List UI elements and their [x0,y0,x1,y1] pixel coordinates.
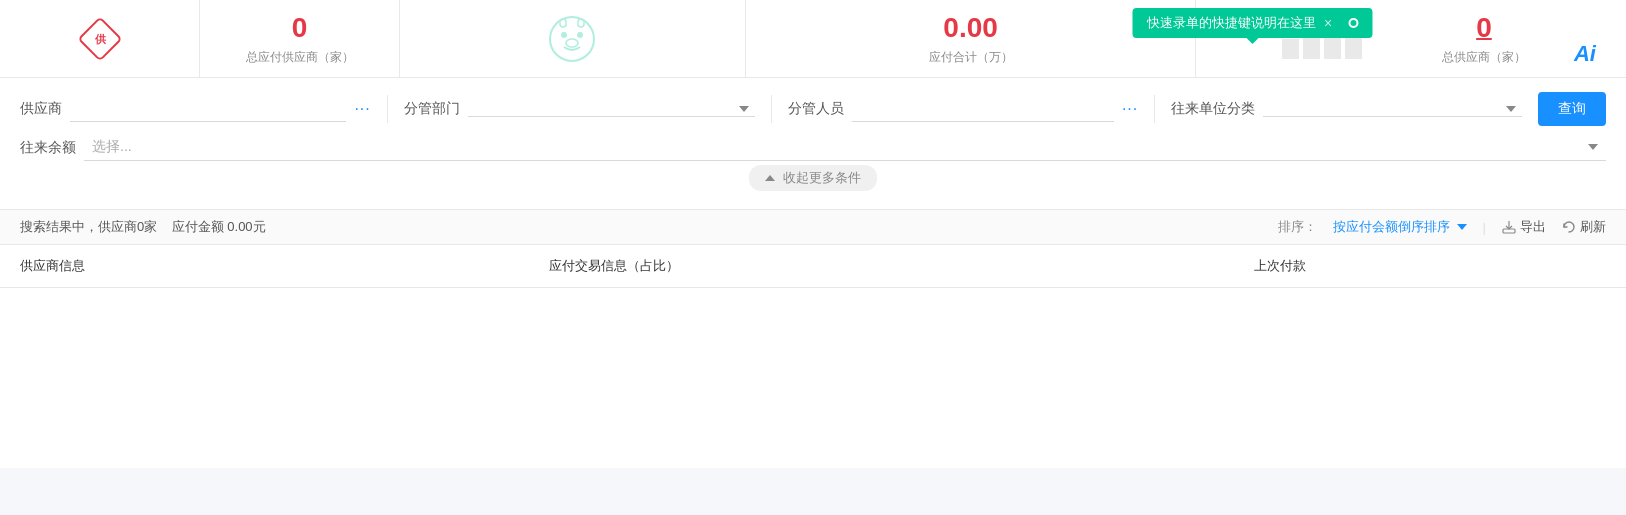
middle-section [400,0,746,77]
balance-filter-label: 往来余额 [20,139,76,157]
stat-total-suppliers-label: 总供应商（家） [1442,49,1526,66]
export-icon [1502,220,1516,234]
result-actions: 排序： 按应付会额倒序排序 | 导出 刷新 [1278,218,1606,236]
table-col-last-pay: 上次付款 [1254,257,1606,275]
svg-text:供: 供 [93,33,106,45]
sort-value-text: 按应付会额倒序排序 [1333,218,1450,236]
table-col-transaction: 应付交易信息（占比） [549,257,1254,275]
filter-row-1: 供应商 ··· 分管部门 分管人员 ··· 往来单位分类 [20,92,1606,126]
right-stats: 快速录单的快捷键说明在这里 × 0 总供应商（家） Ai [1196,0,1626,77]
collapse-row: 收起更多条件 [20,161,1606,199]
logo-icon: 供 [70,9,130,69]
person-filter-group: 分管人员 ··· [788,97,1139,122]
result-info: 搜索结果中，供应商0家 应付金额 0.00元 [20,218,266,236]
stat-payable-total: 0.00 应付合计（万） [746,0,1197,77]
stat-total-suppliers: 0 总供应商（家） [1402,1,1566,76]
logo-area: 供 [0,0,200,77]
unit-class-filter-group: 往来单位分类 [1171,100,1522,118]
collapse-button[interactable]: 收起更多条件 [749,165,877,191]
tooltip-close-btn[interactable]: × [1324,15,1332,31]
stat-payable-total-value: 0.00 [943,11,998,45]
unit-class-chevron-icon [1506,106,1516,112]
svg-point-5 [566,39,578,47]
result-text: 搜索结果中，供应商0家 [20,219,157,234]
collapse-chevron-icon [765,175,775,181]
unit-class-filter-label: 往来单位分类 [1171,100,1255,118]
stat-total-payable-suppliers: 0 总应付供应商（家） [200,0,400,77]
divider-3 [1154,95,1155,123]
supplier-filter-group: 供应商 ··· [20,97,371,122]
export-label: 导出 [1520,218,1546,236]
divider-2 [771,95,772,123]
divider-1 [387,95,388,123]
dept-chevron-icon [739,106,749,112]
table-body [0,288,1626,468]
person-filter-label: 分管人员 [788,100,844,118]
collapse-label: 收起更多条件 [783,169,861,187]
pig-icon [542,9,602,69]
sort-label: 排序： [1278,218,1317,236]
ai-label: Ai [1574,41,1596,67]
divider-result-1: | [1483,220,1486,235]
dept-filter-label: 分管部门 [404,100,460,118]
export-button[interactable]: 导出 [1502,218,1546,236]
supplier-filter-label: 供应商 [20,100,62,118]
refresh-button[interactable]: 刷新 [1562,218,1606,236]
filter-section: 供应商 ··· 分管部门 分管人员 ··· 往来单位分类 [0,78,1626,210]
balance-placeholder: 选择... [92,138,132,156]
stat-total-suppliers-value: 0 [1476,11,1492,45]
result-bar: 搜索结果中，供应商0家 应付金额 0.00元 排序： 按应付会额倒序排序 | 导… [0,210,1626,245]
person-dots[interactable]: ··· [1122,100,1138,118]
refresh-icon [1562,220,1576,234]
sort-value[interactable]: 按应付会额倒序排序 [1333,218,1467,236]
stat-payable-total-label: 应付合计（万） [929,49,1013,66]
result-amount: 应付金额 0.00元 [172,219,266,234]
person-input[interactable] [852,97,1114,122]
svg-point-4 [577,32,583,38]
refresh-label: 刷新 [1580,218,1606,236]
supplier-input[interactable] [70,97,346,122]
tooltip-box: 快速录单的快捷键说明在这里 × [1133,8,1372,38]
svg-rect-6 [560,19,566,27]
stat-total-payable-suppliers-value: 0 [292,11,308,45]
unit-class-select[interactable] [1263,102,1522,117]
table-col-supplier-info: 供应商信息 [20,257,549,275]
bar1 [1282,39,1299,59]
filter-row-2: 往来余额 选择... [20,134,1606,161]
supplier-dots[interactable]: ··· [354,100,370,118]
dept-filter-group: 分管部门 [404,100,755,118]
sort-chevron-icon [1457,224,1467,230]
svg-rect-7 [578,19,584,27]
search-button[interactable]: 查询 [1538,92,1606,126]
stats-bar: 供 0 总应付供应商（家） 0.00 应付合计（万） 快速录单的快捷键说明在这里… [0,0,1626,78]
balance-chevron-icon [1588,144,1598,150]
dept-select[interactable] [468,102,755,117]
stat-total-payable-suppliers-label: 总应付供应商（家） [246,49,354,66]
svg-point-3 [561,32,567,38]
table-header: 供应商信息 应付交易信息（占比） 上次付款 [0,245,1626,288]
balance-select[interactable]: 选择... [84,134,1606,161]
tooltip-dot [1348,18,1358,28]
tooltip-text: 快速录单的快捷键说明在这里 [1147,14,1316,32]
